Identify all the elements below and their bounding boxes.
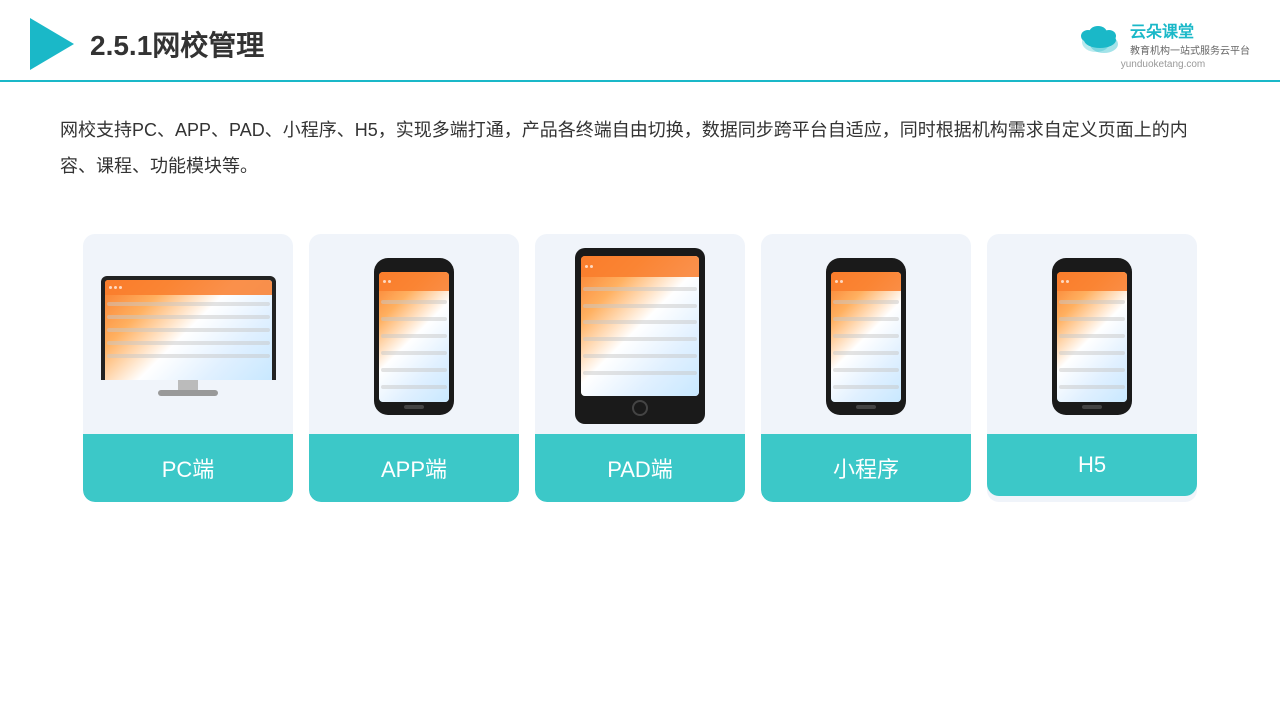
card-app-label: APP端 bbox=[309, 434, 519, 502]
description-paragraph: 网校支持PC、APP、PAD、小程序、H5，实现多端打通，产品各终端自由切换，数… bbox=[60, 112, 1220, 184]
miniapp-phone-screen bbox=[831, 272, 901, 402]
cloud-logo-icon: 云朵 bbox=[1076, 22, 1124, 54]
card-miniapp-label: 小程序 bbox=[761, 434, 971, 502]
brand-url: yunduoketang.com bbox=[1121, 59, 1206, 70]
brand-text: 云朵课堂 教育机构一站式服务云平台 bbox=[1130, 18, 1250, 57]
device-pad-mock bbox=[570, 248, 710, 424]
h5-phone-outer bbox=[1052, 258, 1132, 415]
device-h5-mock bbox=[1047, 258, 1137, 415]
card-miniapp: 小程序 bbox=[761, 234, 971, 502]
card-pc-label: PC端 bbox=[83, 434, 293, 502]
header-left: 2.5.1网校管理 bbox=[30, 18, 264, 70]
card-h5: H5 bbox=[987, 234, 1197, 502]
header: 2.5.1网校管理 云朵 云朵课堂 教育机构一站式服务云平台 yunduoket… bbox=[0, 0, 1280, 82]
page-title: 2.5.1网校管理 bbox=[90, 24, 264, 64]
phone-screen bbox=[379, 272, 449, 402]
device-app-mock bbox=[369, 258, 459, 415]
card-pc-image bbox=[83, 234, 293, 434]
h5-phone-home bbox=[1082, 405, 1102, 409]
miniapp-phone-home bbox=[856, 405, 876, 409]
device-pc-mock bbox=[98, 276, 278, 396]
phone-notch bbox=[402, 264, 426, 270]
h5-phone-screen bbox=[1057, 272, 1127, 402]
pc-screen-outer bbox=[101, 276, 276, 380]
pc-stand-neck bbox=[178, 380, 198, 390]
device-miniapp-mock bbox=[821, 258, 911, 415]
card-app-image bbox=[309, 234, 519, 434]
card-pad: PAD端 bbox=[535, 234, 745, 502]
pc-stand-base bbox=[158, 390, 218, 396]
phone-outer bbox=[374, 258, 454, 415]
card-h5-image bbox=[987, 234, 1197, 434]
tablet-outer bbox=[575, 248, 705, 424]
brand-name: 云朵课堂 bbox=[1130, 18, 1194, 42]
miniapp-phone-outer bbox=[826, 258, 906, 415]
pc-screen-inner bbox=[105, 280, 272, 380]
card-miniapp-image bbox=[761, 234, 971, 434]
tablet-screen bbox=[581, 256, 699, 396]
brand-logo: 云朵 云朵课堂 教育机构一站式服务云平台 bbox=[1076, 18, 1250, 57]
card-pad-image bbox=[535, 234, 745, 434]
miniapp-phone-notch bbox=[854, 264, 878, 270]
header-right: 云朵 云朵课堂 教育机构一站式服务云平台 yunduoketang.com bbox=[1076, 18, 1250, 70]
brand-slogan: 教育机构一站式服务云平台 bbox=[1130, 42, 1250, 57]
tablet-home-btn bbox=[632, 400, 648, 416]
card-app: APP端 bbox=[309, 234, 519, 502]
description-text: 网校支持PC、APP、PAD、小程序、H5，实现多端打通，产品各终端自由切换，数… bbox=[0, 82, 1280, 194]
phone-home-indicator bbox=[404, 405, 424, 409]
h5-phone-notch bbox=[1080, 264, 1104, 270]
card-h5-label: H5 bbox=[987, 434, 1197, 496]
device-cards-container: PC端 bbox=[0, 204, 1280, 532]
logo-triangle-icon bbox=[30, 18, 74, 70]
card-pc: PC端 bbox=[83, 234, 293, 502]
card-pad-label: PAD端 bbox=[535, 434, 745, 502]
